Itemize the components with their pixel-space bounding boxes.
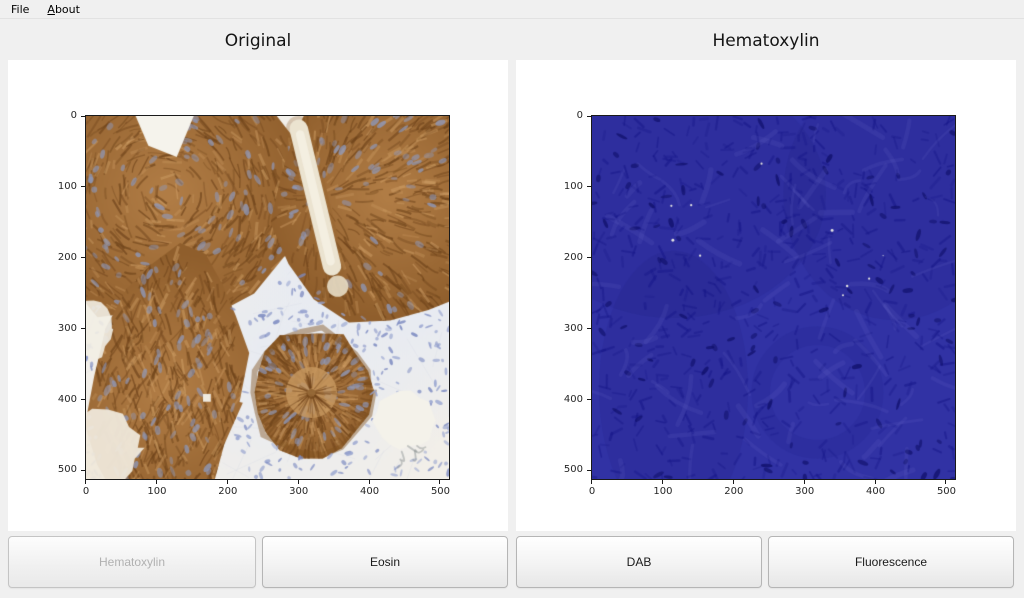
x-tick-mark — [874, 480, 876, 484]
x-tick-mark — [439, 480, 441, 484]
y-tick-mark — [81, 186, 85, 188]
y-tick-mark — [81, 469, 85, 471]
y-tick-mark — [587, 328, 591, 330]
figure-hematoxylin: 0 100 200 300 400 500 0 100 200 300 400 500 — [516, 60, 1016, 531]
x-tick-label: 100 — [653, 486, 673, 497]
y-tick-label: 200 — [563, 251, 583, 263]
y-tick-label: 500 — [563, 464, 583, 476]
y-tick-label: 0 — [70, 110, 77, 121]
x-tick-mark — [368, 480, 370, 484]
y-tick-label: 400 — [57, 393, 77, 405]
x-tick-mark — [945, 480, 947, 484]
x-tick-label: 300 — [795, 486, 815, 497]
x-tick-mark — [661, 480, 663, 484]
y-tick-mark — [81, 399, 85, 401]
fluorescence-button[interactable]: Fluorescence — [768, 536, 1014, 588]
axes-hematoxylin — [591, 115, 956, 480]
menu-file[interactable]: File — [2, 0, 38, 19]
y-tick-label: 400 — [563, 393, 583, 405]
x-tick-label: 0 — [588, 486, 596, 497]
x-tick-label: 400 — [866, 486, 886, 497]
y-tick-mark — [587, 186, 591, 188]
y-tick-label: 300 — [563, 322, 583, 334]
x-tick-label: 200 — [218, 486, 238, 497]
y-tick-label: 0 — [576, 110, 583, 121]
y-tick-label: 300 — [57, 322, 77, 334]
x-tick-label: 500 — [430, 486, 451, 497]
x-tick-mark — [155, 480, 157, 484]
x-tick-mark — [226, 480, 228, 484]
x-tick-label: 0 — [82, 486, 90, 497]
y-tick-label: 200 — [57, 251, 77, 263]
panel-title-original: Original — [224, 31, 292, 51]
y-tick-mark — [587, 399, 591, 401]
y-tick-mark — [81, 115, 85, 117]
hematoxylin-image — [592, 116, 955, 479]
x-tick-label: 100 — [147, 486, 167, 497]
x-tick-mark — [297, 480, 299, 484]
y-tick-mark — [81, 328, 85, 330]
dab-button[interactable]: DAB — [516, 536, 762, 588]
y-tick-mark — [81, 257, 85, 259]
y-tick-label: 100 — [563, 180, 583, 192]
hematoxylin-button: Hematoxylin — [8, 536, 256, 588]
axes-original — [85, 115, 450, 480]
eosin-button[interactable]: Eosin — [262, 536, 508, 588]
x-tick-mark — [732, 480, 734, 484]
y-tick-mark — [587, 257, 591, 259]
x-tick-label: 500 — [936, 486, 957, 497]
x-tick-label: 200 — [724, 486, 744, 497]
x-tick-mark — [803, 480, 805, 484]
x-tick-mark — [85, 480, 86, 484]
y-tick-mark — [587, 115, 591, 117]
app-window: File About Original Hematoxylin 0 100 200 3… — [0, 0, 1024, 598]
x-tick-label: 400 — [360, 486, 380, 497]
figure-original: 0 100 200 300 400 500 0 100 200 300 400 500 — [8, 60, 508, 531]
original-image — [86, 116, 449, 479]
y-tick-label: 500 — [57, 464, 77, 476]
menu-about[interactable]: About — [38, 0, 89, 19]
y-tick-label: 100 — [57, 180, 77, 192]
x-tick-mark — [591, 480, 592, 484]
x-tick-label: 300 — [289, 486, 309, 497]
y-tick-mark — [587, 469, 591, 471]
menubar: File About — [0, 0, 1024, 19]
panel-title-hematoxylin: Hematoxylin — [712, 31, 820, 51]
